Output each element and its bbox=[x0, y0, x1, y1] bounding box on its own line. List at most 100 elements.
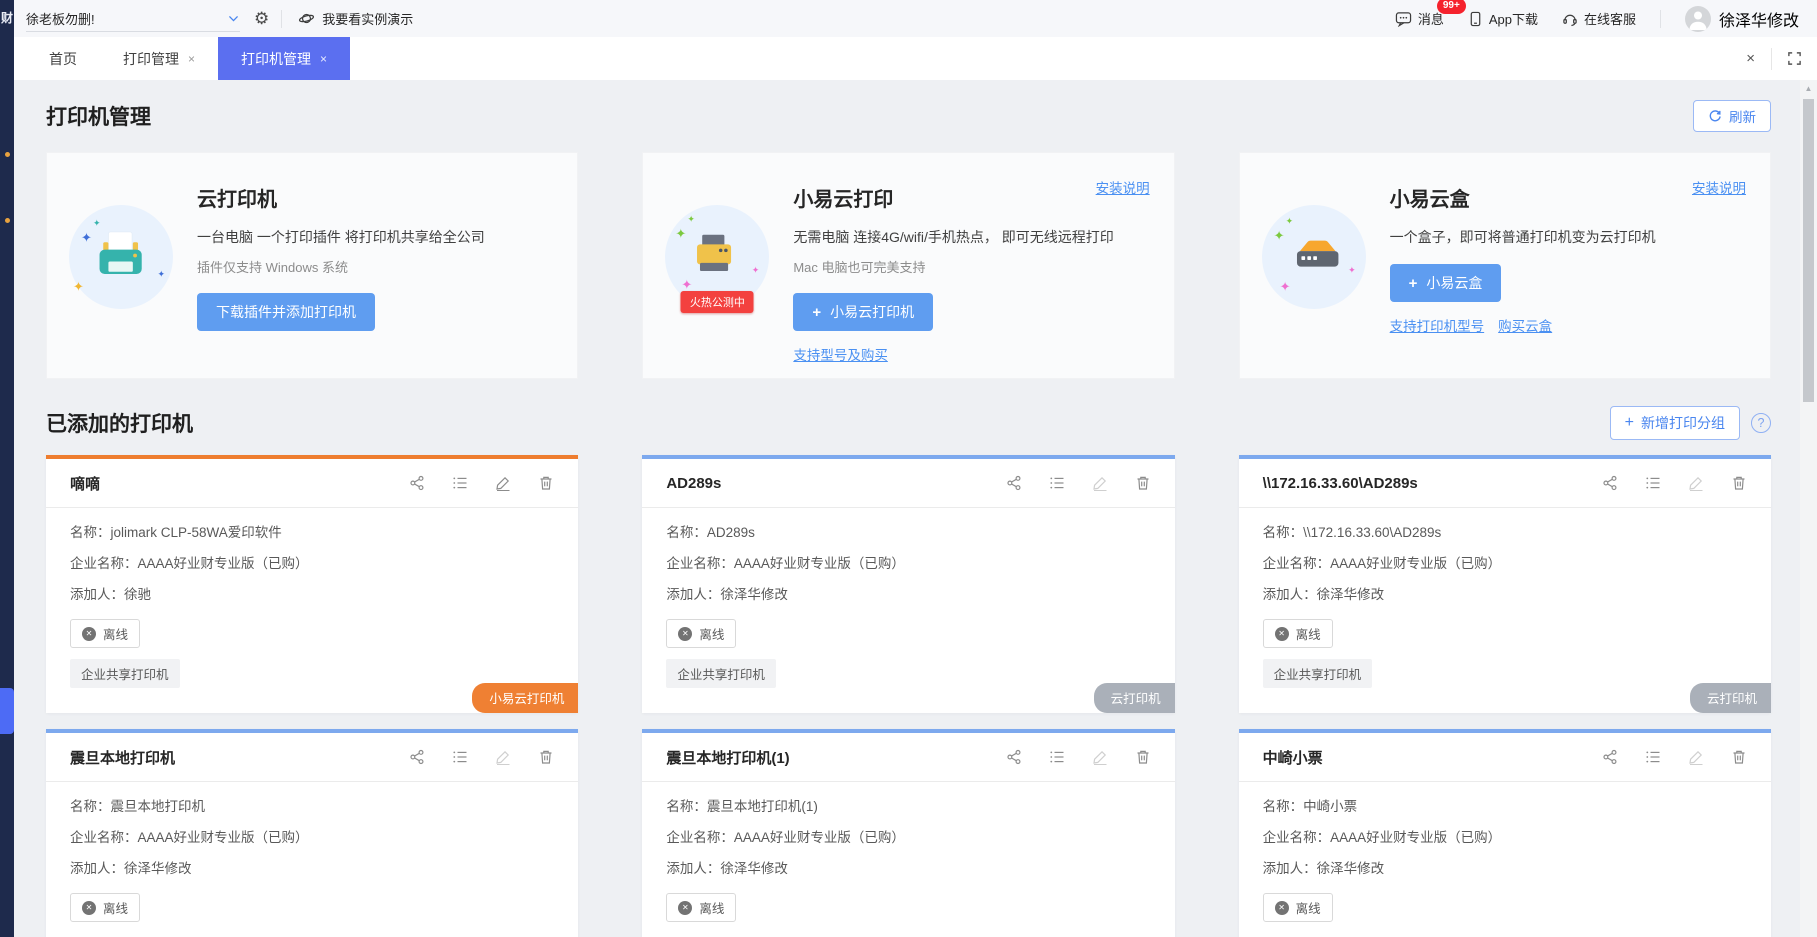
printer-name: 中崎小票 bbox=[1303, 799, 1358, 814]
delete-icon[interactable] bbox=[538, 475, 554, 491]
app-download-label: App下载 bbox=[1488, 12, 1538, 27]
tab-bar: 首页 打印管理 × 打印机管理 × × bbox=[14, 37, 1817, 80]
sparkle-icon: ✦ bbox=[73, 279, 84, 294]
share-icon[interactable] bbox=[1602, 749, 1618, 765]
delete-icon[interactable] bbox=[1731, 475, 1747, 491]
support-button[interactable]: 在线客服 bbox=[1562, 9, 1636, 28]
scroll-up-icon[interactable]: ▲ bbox=[1800, 84, 1817, 93]
phone-icon bbox=[1470, 11, 1481, 26]
messages-button[interactable]: 消息 99+ bbox=[1395, 0, 1466, 28]
sidebar-active-item[interactable] bbox=[0, 688, 14, 734]
added-by: 徐泽华修改 bbox=[1316, 861, 1385, 876]
status-badge: ✕ 离线 bbox=[1262, 619, 1333, 648]
tab-close-icon[interactable]: × bbox=[188, 52, 195, 66]
promo-note: 插件仅支持 Windows 系统 bbox=[197, 260, 348, 275]
supported-models-link[interactable]: 支持打印机型号 bbox=[1390, 315, 1485, 335]
buy-box-link[interactable]: 购买云盒 bbox=[1498, 315, 1552, 335]
app-download-button[interactable]: App下载 bbox=[1468, 9, 1538, 28]
field-label: 企业名称： bbox=[666, 556, 734, 571]
yi-cloud-print-icon: ✦ ✦ ✦ ✦ 火热公测中 bbox=[665, 205, 770, 313]
share-icon[interactable] bbox=[1006, 749, 1022, 765]
tab-print-management[interactable]: 打印管理 × bbox=[100, 37, 218, 80]
field-label: 添加人： bbox=[70, 861, 124, 876]
download-plugin-button[interactable]: 下载插件并添加打印机 bbox=[197, 293, 375, 331]
shared-printer-tag: 企业共享打印机 bbox=[1262, 659, 1373, 688]
field-label: 添加人： bbox=[1262, 861, 1317, 876]
status-label: 离线 bbox=[103, 902, 129, 916]
printer-card: 中崎小票 名称：中崎小票 企业名称：AAAA好业财专业版（已购） 添加人：徐泽华… bbox=[1238, 729, 1771, 937]
gear-icon[interactable]: ⚙ bbox=[254, 10, 269, 27]
printer-title: 嘀嘀 bbox=[70, 475, 101, 493]
printer-type-tag: 云打印机 bbox=[1689, 683, 1771, 713]
sparkle-icon: ✦ bbox=[681, 277, 693, 292]
status-label: 离线 bbox=[699, 628, 725, 642]
printer-grid: 嘀嘀 名称：jolimark CLP-58WA爱印软件 企业名称：AAAA好业财… bbox=[46, 455, 1771, 937]
page-title: 打印机管理 bbox=[46, 106, 151, 129]
edit-icon[interactable] bbox=[1092, 749, 1108, 765]
top-bar: 徐老板勿删! ⚙ 我要看实例演示 消息 99+ App下载 在线客服 徐泽华修改 bbox=[14, 0, 1817, 37]
share-icon[interactable] bbox=[409, 475, 425, 491]
status-badge: ✕ 离线 bbox=[1262, 893, 1333, 922]
printer-type-tag: 云打印机 bbox=[1093, 683, 1175, 713]
field-label: 名称： bbox=[70, 525, 111, 540]
promo-card-cloud-print: 安装说明 ✦ ✦ ✦ ✦ 火热公测中 小易云打印 无需电脑 连接4G/wifi/… bbox=[642, 152, 1175, 379]
delete-icon[interactable] bbox=[538, 749, 554, 765]
print-list-icon[interactable] bbox=[1645, 475, 1661, 491]
delete-icon[interactable] bbox=[1135, 475, 1151, 491]
print-list-icon[interactable] bbox=[452, 749, 468, 765]
field-label: 添加人： bbox=[1262, 587, 1317, 602]
tab-label: 首页 bbox=[49, 50, 77, 67]
scrollbar[interactable]: ▲ bbox=[1800, 80, 1817, 937]
install-guide-link[interactable]: 安装说明 bbox=[1692, 177, 1746, 198]
edit-icon[interactable] bbox=[1688, 475, 1704, 491]
close-icon[interactable]: × bbox=[1730, 50, 1771, 67]
sidebar-menu-dot-icon bbox=[5, 218, 10, 223]
print-list-icon[interactable] bbox=[1645, 749, 1661, 765]
tab-label: 打印管理 bbox=[123, 50, 179, 67]
print-list-icon[interactable] bbox=[452, 475, 468, 491]
sidebar-menu-dot-icon bbox=[5, 152, 10, 157]
app-window: 财 徐老板勿删! ⚙ 我要看实例演示 消息 99+ App下载 在线客服 徐泽华… bbox=[0, 0, 1817, 937]
tab-home[interactable]: 首页 bbox=[26, 37, 100, 80]
delete-icon[interactable] bbox=[1135, 749, 1151, 765]
edit-icon[interactable] bbox=[495, 749, 511, 765]
user-name: 徐泽华修改 bbox=[1718, 12, 1799, 30]
refresh-button[interactable]: 刷新 bbox=[1693, 100, 1771, 132]
share-icon[interactable] bbox=[409, 749, 425, 765]
person-icon bbox=[1689, 11, 1707, 30]
collapsed-sidebar[interactable]: 财 bbox=[0, 0, 14, 937]
add-cloud-printer-button[interactable]: + 小易云打印机 bbox=[793, 293, 934, 331]
help-icon[interactable]: ? bbox=[1751, 413, 1771, 433]
share-icon[interactable] bbox=[1006, 475, 1022, 491]
install-guide-link[interactable]: 安装说明 bbox=[1096, 177, 1150, 198]
tab-close-icon[interactable]: × bbox=[320, 52, 327, 66]
sparkle-icon: ✦ bbox=[81, 230, 92, 245]
add-print-group-button[interactable]: + 新增打印分组 bbox=[1609, 406, 1740, 440]
delete-icon[interactable] bbox=[1731, 749, 1747, 765]
demo-link[interactable]: 我要看实例演示 bbox=[298, 9, 413, 28]
promo-card-cloud-printer: ✦ ✦ ✦ ✦ 云打印机 一台电脑 一个打印插件 将打印机共享给全公司 插件仅支… bbox=[46, 152, 579, 379]
share-icon[interactable] bbox=[1602, 475, 1618, 491]
fullscreen-icon[interactable] bbox=[1772, 51, 1817, 66]
plus-icon: + bbox=[812, 303, 822, 321]
app-logo: 财 bbox=[1, 11, 14, 25]
print-list-icon[interactable] bbox=[1049, 475, 1065, 491]
tab-printer-management[interactable]: 打印机管理 × bbox=[218, 37, 351, 80]
status-badge: ✕ 离线 bbox=[70, 893, 141, 922]
company-selector[interactable]: 徐老板勿删! bbox=[26, 5, 240, 32]
edit-icon[interactable] bbox=[1688, 749, 1704, 765]
user-menu[interactable]: 徐泽华修改 bbox=[1684, 5, 1799, 32]
scrollbar-thumb[interactable] bbox=[1803, 99, 1814, 402]
edit-icon[interactable] bbox=[495, 475, 511, 491]
added-by: 徐驰 bbox=[124, 587, 151, 602]
printer-type-tag: 小易云打印机 bbox=[472, 683, 579, 713]
edit-icon[interactable] bbox=[1092, 475, 1108, 491]
models-purchase-link[interactable]: 支持型号及购买 bbox=[793, 344, 888, 364]
divider bbox=[1659, 9, 1661, 28]
field-label: 名称： bbox=[666, 525, 707, 540]
status-label: 离线 bbox=[103, 628, 129, 642]
headset-icon bbox=[1563, 14, 1577, 26]
print-list-icon[interactable] bbox=[1049, 749, 1065, 765]
add-cloud-box-button[interactable]: + 小易云盒 bbox=[1389, 264, 1502, 302]
plus-icon: + bbox=[1624, 414, 1634, 431]
